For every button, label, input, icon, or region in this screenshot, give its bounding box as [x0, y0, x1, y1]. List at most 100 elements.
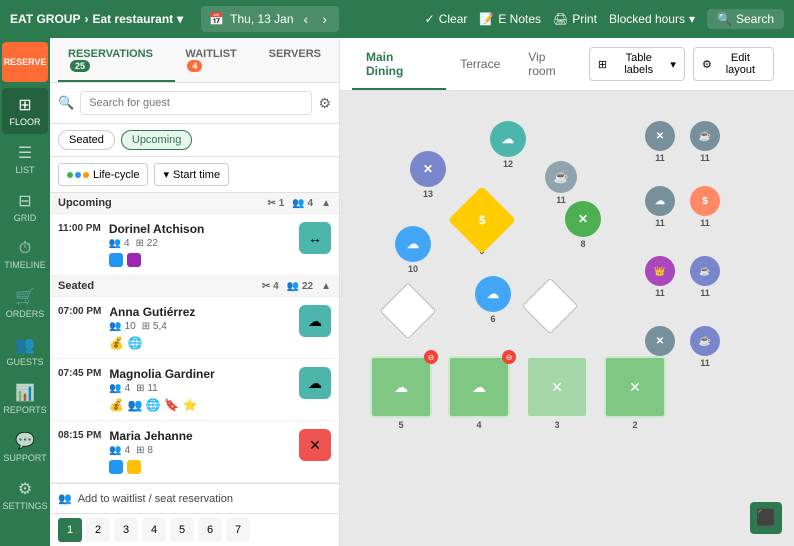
- print-icon: 🖨: [553, 12, 568, 26]
- reservation-avatar: ☁: [299, 305, 331, 337]
- page-1[interactable]: 1: [58, 518, 82, 542]
- table-1[interactable]: 1: [388, 291, 428, 333]
- table-r6[interactable]: ☕ 11: [690, 256, 720, 298]
- panel-search: 🔍 ⚙: [50, 83, 339, 124]
- table-r1[interactable]: ✕ 11: [645, 121, 675, 163]
- grid-icon: ⊟: [18, 191, 31, 211]
- table-12[interactable]: ☁ 12: [490, 121, 526, 169]
- tab-reservations[interactable]: RESERVATIONS 25: [58, 38, 175, 82]
- clear-button[interactable]: ✓ Clear: [425, 12, 468, 26]
- chevron-down-icon: ▾: [670, 58, 676, 71]
- sidebar-item-list[interactable]: ☰ LIST: [2, 136, 48, 182]
- search-button[interactable]: 🔍 Search: [707, 9, 784, 29]
- filter-icon[interactable]: ⚙: [318, 95, 331, 112]
- lifecycle-button[interactable]: Life-cycle: [58, 163, 148, 186]
- search-icon: 🔍: [717, 12, 732, 26]
- orders-icon: 🛒: [15, 287, 35, 307]
- sidebar-item-floor[interactable]: ⊞ FLOOR: [2, 88, 48, 134]
- table-10[interactable]: ☁ 10: [395, 226, 431, 274]
- sidebar-item-support[interactable]: 💬 SUPPORT: [2, 424, 48, 470]
- search-icon-panel: 🔍: [58, 95, 74, 111]
- panel-tabs: RESERVATIONS 25 WAITLIST 4 SERVERS: [50, 38, 339, 83]
- table-9[interactable]: $ 9: [458, 196, 506, 256]
- top-actions: ✓ Clear 📝 E Notes 🖨 Print Blocked hours …: [425, 9, 784, 29]
- table-7[interactable]: 7: [530, 286, 570, 328]
- table-11a[interactable]: ☕ 11: [545, 161, 577, 205]
- page-6[interactable]: 6: [198, 518, 222, 542]
- prev-date-button[interactable]: ‹: [300, 9, 313, 29]
- table-r2[interactable]: ☕ 11: [690, 121, 720, 163]
- tab-servers[interactable]: SERVERS: [259, 38, 331, 82]
- table-2[interactable]: ✕ 2: [604, 356, 666, 430]
- date-nav[interactable]: 📅 Thu, 13 Jan ‹ ›: [201, 6, 339, 32]
- reserve-button[interactable]: RESERVE: [2, 42, 48, 82]
- tab-main-dining[interactable]: Main Dining: [352, 38, 446, 90]
- reservation-avatar: ☁: [299, 367, 331, 399]
- host-button[interactable]: ⬛: [750, 502, 782, 534]
- brand[interactable]: EAT GROUP › Eat restaurant ▾: [10, 12, 183, 26]
- check-icon: ✓: [425, 12, 435, 26]
- support-icon: 💬: [15, 431, 35, 451]
- gear-icon: ⚙: [702, 58, 712, 71]
- add-waitlist-button[interactable]: 👥 Add to waitlist / seat reservation: [50, 484, 339, 514]
- search-input[interactable]: [80, 91, 312, 115]
- floor-tabs: Main Dining Terrace Vip room ⊞ Table lab…: [340, 38, 794, 91]
- host-icon: ⬛: [756, 508, 776, 528]
- start-time-button[interactable]: ▾ Start time: [154, 163, 229, 186]
- tab-vip-room[interactable]: Vip room: [514, 38, 589, 90]
- table-5[interactable]: ☁ ⊖ 5: [370, 356, 432, 430]
- filter-chips: Seated Upcoming: [50, 124, 339, 157]
- edit-layout-button[interactable]: ⚙ Edit layout: [693, 47, 774, 81]
- reservation-item[interactable]: 07:45 PM Magnolia Gardiner 👥 4 ⊞ 11 💰 👥 …: [50, 359, 339, 421]
- guests-icon: 👥: [15, 335, 35, 355]
- sidebar-item-grid[interactable]: ⊟ GRID: [2, 184, 48, 230]
- collapse-upcoming[interactable]: ▲: [321, 198, 331, 209]
- settings-icon: ⚙: [18, 479, 32, 499]
- reservation-avatar: ↔: [299, 222, 331, 254]
- next-date-button[interactable]: ›: [318, 9, 331, 29]
- tab-terrace[interactable]: Terrace: [446, 45, 514, 83]
- table-3[interactable]: ✕ 3: [526, 356, 588, 430]
- tab-waitlist[interactable]: WAITLIST 4: [175, 38, 258, 82]
- calendar-icon: 📅: [209, 12, 224, 26]
- table-r3[interactable]: ☁ 11: [645, 186, 675, 228]
- filter-upcoming[interactable]: Upcoming: [121, 130, 193, 150]
- grid-icon-small: ⊞: [598, 58, 607, 71]
- sidebar-item-settings[interactable]: ⚙ SETTINGS: [2, 472, 48, 518]
- reservation-item[interactable]: 11:00 PM Dorinel Atchison 👥 4 ⊞ 22 ↔: [50, 214, 339, 276]
- sidebar-item-orders[interactable]: 🛒 ORDERS: [2, 280, 48, 326]
- icon-sidebar: RESERVE ⊞ FLOOR ☰ LIST ⊟ GRID ⏱ TIMELINE…: [0, 38, 50, 546]
- notes-button[interactable]: 📝 E Notes: [479, 12, 541, 26]
- table-6[interactable]: ☁ 6: [475, 276, 511, 324]
- panel-bottom: 👥 Add to waitlist / seat reservation 1 2…: [50, 483, 339, 546]
- notes-icon: 📝: [479, 12, 494, 26]
- reservation-item[interactable]: 07:00 PM Anna Gutiérrez 👥 10 ⊞ 5,4 💰 🌐 ☁: [50, 297, 339, 359]
- page-4[interactable]: 4: [142, 518, 166, 542]
- reservation-item[interactable]: 08:15 PM Maria Jehanne 👥 4 ⊞ 8 ✕: [50, 421, 339, 483]
- sidebar-item-reports[interactable]: 📊 REPORTS: [2, 376, 48, 422]
- page-5[interactable]: 5: [170, 518, 194, 542]
- table-r8[interactable]: ☕ 11: [690, 326, 720, 368]
- table-13[interactable]: ✕ 13: [410, 151, 446, 199]
- page-7[interactable]: 7: [226, 518, 250, 542]
- page-3[interactable]: 3: [114, 518, 138, 542]
- reports-icon: 📊: [15, 383, 35, 403]
- table-r5[interactable]: 👑 11: [645, 256, 675, 298]
- table-r4[interactable]: $ 11: [690, 186, 720, 228]
- sidebar-item-guests[interactable]: 👥 GUESTS: [2, 328, 48, 374]
- table-4[interactable]: ☁ ⊖ 4: [448, 356, 510, 430]
- sidebar-item-timeline[interactable]: ⏱ TIMELINE: [2, 232, 48, 278]
- blocked-hours-button[interactable]: Blocked hours ▾: [609, 12, 695, 26]
- panel-actions: Life-cycle ▾ Start time: [50, 157, 339, 193]
- page-2[interactable]: 2: [86, 518, 110, 542]
- table-labels-button[interactable]: ⊞ Table labels ▾: [589, 47, 685, 81]
- collapse-seated[interactable]: ▲: [321, 281, 331, 292]
- reservations-panel: RESERVATIONS 25 WAITLIST 4 SERVERS 🔍 ⚙ S…: [50, 38, 340, 546]
- table-8[interactable]: ✕ 8: [565, 201, 601, 249]
- seated-section-header: Seated ✂ 4 👥 22 ▲: [50, 276, 339, 297]
- chevron-down-icon: ▾: [689, 12, 695, 26]
- print-button[interactable]: 🖨 Print: [553, 12, 597, 26]
- filter-seated[interactable]: Seated: [58, 130, 115, 150]
- floor-area: Main Dining Terrace Vip room ⊞ Table lab…: [340, 38, 794, 546]
- people-icon: 👥: [58, 492, 72, 505]
